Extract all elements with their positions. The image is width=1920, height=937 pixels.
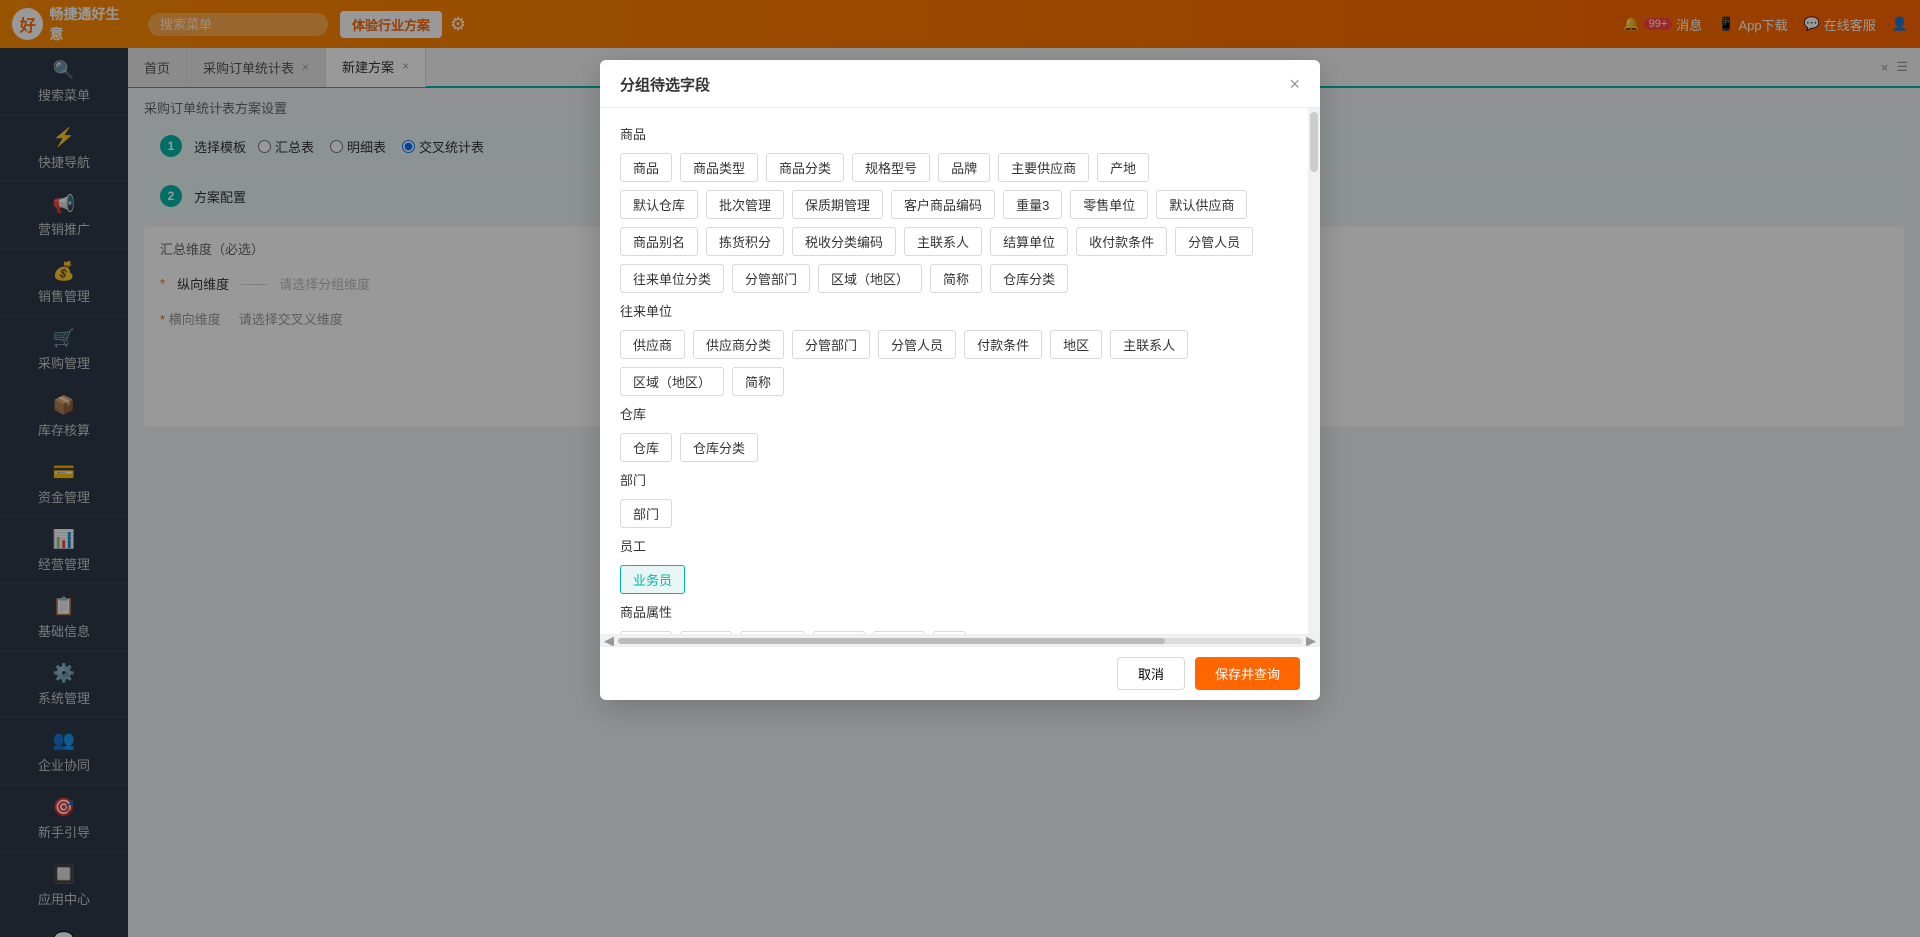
field-main-supplier[interactable]: 主要供应商 bbox=[998, 153, 1089, 182]
section-partner-title: 往来单位 bbox=[620, 301, 1288, 320]
field-manager[interactable]: 分管人员 bbox=[1175, 227, 1253, 256]
field-region2[interactable]: 区域（地区） bbox=[620, 367, 724, 396]
modal-side-scroll-thumb bbox=[1310, 112, 1318, 172]
section-dept-fields: 部门 bbox=[620, 499, 1288, 528]
section-warehouse: 仓库 仓库 仓库分类 bbox=[620, 404, 1288, 462]
section-partner: 往来单位 供应商 供应商分类 分管部门 分管人员 付款条件 地区 主联系人 区域… bbox=[620, 301, 1288, 396]
section-employee: 员工 业务员 bbox=[620, 536, 1288, 594]
field-warehouse-cat[interactable]: 仓库分类 bbox=[680, 433, 758, 462]
section-product-fields4: 往来单位分类 分管部门 区域（地区） 简称 仓库分类 bbox=[620, 264, 1288, 293]
section-product-fields2: 默认仓库 批次管理 保质期管理 客户商品编码 重量3 零售单位 默认供应商 bbox=[620, 190, 1288, 219]
section-product-title: 商品 bbox=[620, 124, 1288, 143]
section-warehouse-fields: 仓库 仓库分类 bbox=[620, 433, 1288, 462]
modal-inner: 商品 商品 商品类型 商品分类 规格型号 品牌 主要供应商 产地 默认仓库 批次… bbox=[600, 108, 1320, 634]
field-customer-product-code[interactable]: 客户商品编码 bbox=[891, 190, 995, 219]
field-payment-condition[interactable]: 付款条件 bbox=[964, 330, 1042, 359]
field-dept[interactable]: 部门 bbox=[620, 499, 672, 528]
field-default-warehouse[interactable]: 默认仓库 bbox=[620, 190, 698, 219]
modal-close-button[interactable]: × bbox=[1289, 74, 1300, 95]
field-manage-dept[interactable]: 分管部门 bbox=[792, 330, 870, 359]
section-partner-fields: 供应商 供应商分类 分管部门 分管人员 付款条件 地区 主联系人 bbox=[620, 330, 1288, 359]
section-product: 商品 商品 商品类型 商品分类 规格型号 品牌 主要供应商 产地 默认仓库 批次… bbox=[620, 124, 1288, 293]
field-default-supplier[interactable]: 默认供应商 bbox=[1156, 190, 1247, 219]
modal-title: 分组待选字段 bbox=[620, 74, 710, 95]
cancel-button[interactable]: 取消 bbox=[1117, 657, 1185, 690]
field-short-name2[interactable]: 简称 bbox=[732, 367, 784, 396]
field-area[interactable]: 地区 bbox=[1050, 330, 1102, 359]
modal-hscroll[interactable]: ◀ ▶ bbox=[600, 634, 1320, 646]
field-warehouse[interactable]: 仓库 bbox=[620, 433, 672, 462]
section-employee-title: 员工 bbox=[620, 536, 1288, 555]
section-product-attr-title: 商品属性 bbox=[620, 602, 1288, 621]
field-product-type[interactable]: 商品类型 bbox=[680, 153, 758, 182]
field-main-contact2[interactable]: 主联系人 bbox=[1110, 330, 1188, 359]
field-product-alias[interactable]: 商品别名 bbox=[620, 227, 698, 256]
field-region[interactable]: 区域（地区） bbox=[818, 264, 922, 293]
section-dept: 部门 部门 bbox=[620, 470, 1288, 528]
field-manage-person[interactable]: 分管人员 bbox=[878, 330, 956, 359]
field-expiry-manage[interactable]: 保质期管理 bbox=[792, 190, 883, 219]
field-warehouse-category[interactable]: 仓库分类 bbox=[990, 264, 1068, 293]
section-partner-fields2: 区域（地区） 简称 bbox=[620, 367, 1288, 396]
section-dept-title: 部门 bbox=[620, 470, 1288, 489]
modal-side-scrollbar[interactable] bbox=[1308, 108, 1320, 634]
section-employee-fields: 业务员 bbox=[620, 565, 1288, 594]
modal-footer: 取消 保存并查询 bbox=[600, 646, 1320, 700]
save-query-button[interactable]: 保存并查询 bbox=[1195, 657, 1300, 690]
field-select-modal: 分组待选字段 × 商品 商品 商品类型 商品分类 规格型号 品牌 主要供应商 产… bbox=[600, 60, 1320, 700]
section-product-attr: 商品属性 属性 颜色 多规格 尺码 鞋码 1 bbox=[620, 602, 1288, 634]
modal-overlay: 分组待选字段 × 商品 商品 商品类型 商品分类 规格型号 品牌 主要供应商 产… bbox=[0, 0, 1920, 937]
field-batch-manage[interactable]: 批次管理 bbox=[706, 190, 784, 219]
field-main-contact[interactable]: 主联系人 bbox=[904, 227, 982, 256]
field-tax-code[interactable]: 税收分类编码 bbox=[792, 227, 896, 256]
field-brand[interactable]: 品牌 bbox=[938, 153, 990, 182]
field-short-name[interactable]: 简称 bbox=[930, 264, 982, 293]
section-product-fields3: 商品别名 拣货积分 税收分类编码 主联系人 结算单位 收付款条件 分管人员 bbox=[620, 227, 1288, 256]
field-salesperson[interactable]: 业务员 bbox=[620, 565, 685, 594]
section-product-fields: 商品 商品类型 商品分类 规格型号 品牌 主要供应商 产地 bbox=[620, 153, 1288, 182]
modal-body: 商品 商品 商品类型 商品分类 规格型号 品牌 主要供应商 产地 默认仓库 批次… bbox=[600, 108, 1308, 634]
field-origin[interactable]: 产地 bbox=[1097, 153, 1149, 182]
field-product[interactable]: 商品 bbox=[620, 153, 672, 182]
field-spec-model[interactable]: 规格型号 bbox=[852, 153, 930, 182]
field-settlement-unit[interactable]: 结算单位 bbox=[990, 227, 1068, 256]
field-weight3[interactable]: 重量3 bbox=[1003, 190, 1062, 219]
section-warehouse-title: 仓库 bbox=[620, 404, 1288, 423]
field-dept-manage[interactable]: 分管部门 bbox=[732, 264, 810, 293]
field-payment-terms[interactable]: 收付款条件 bbox=[1076, 227, 1167, 256]
field-product-category[interactable]: 商品分类 bbox=[766, 153, 844, 182]
modal-header: 分组待选字段 × bbox=[600, 60, 1320, 108]
field-retail-unit[interactable]: 零售单位 bbox=[1070, 190, 1148, 219]
field-supplier-category[interactable]: 供应商分类 bbox=[693, 330, 784, 359]
field-partner-category[interactable]: 往来单位分类 bbox=[620, 264, 724, 293]
hscroll-thumb bbox=[618, 638, 1165, 644]
field-pick-score[interactable]: 拣货积分 bbox=[706, 227, 784, 256]
field-supplier[interactable]: 供应商 bbox=[620, 330, 685, 359]
